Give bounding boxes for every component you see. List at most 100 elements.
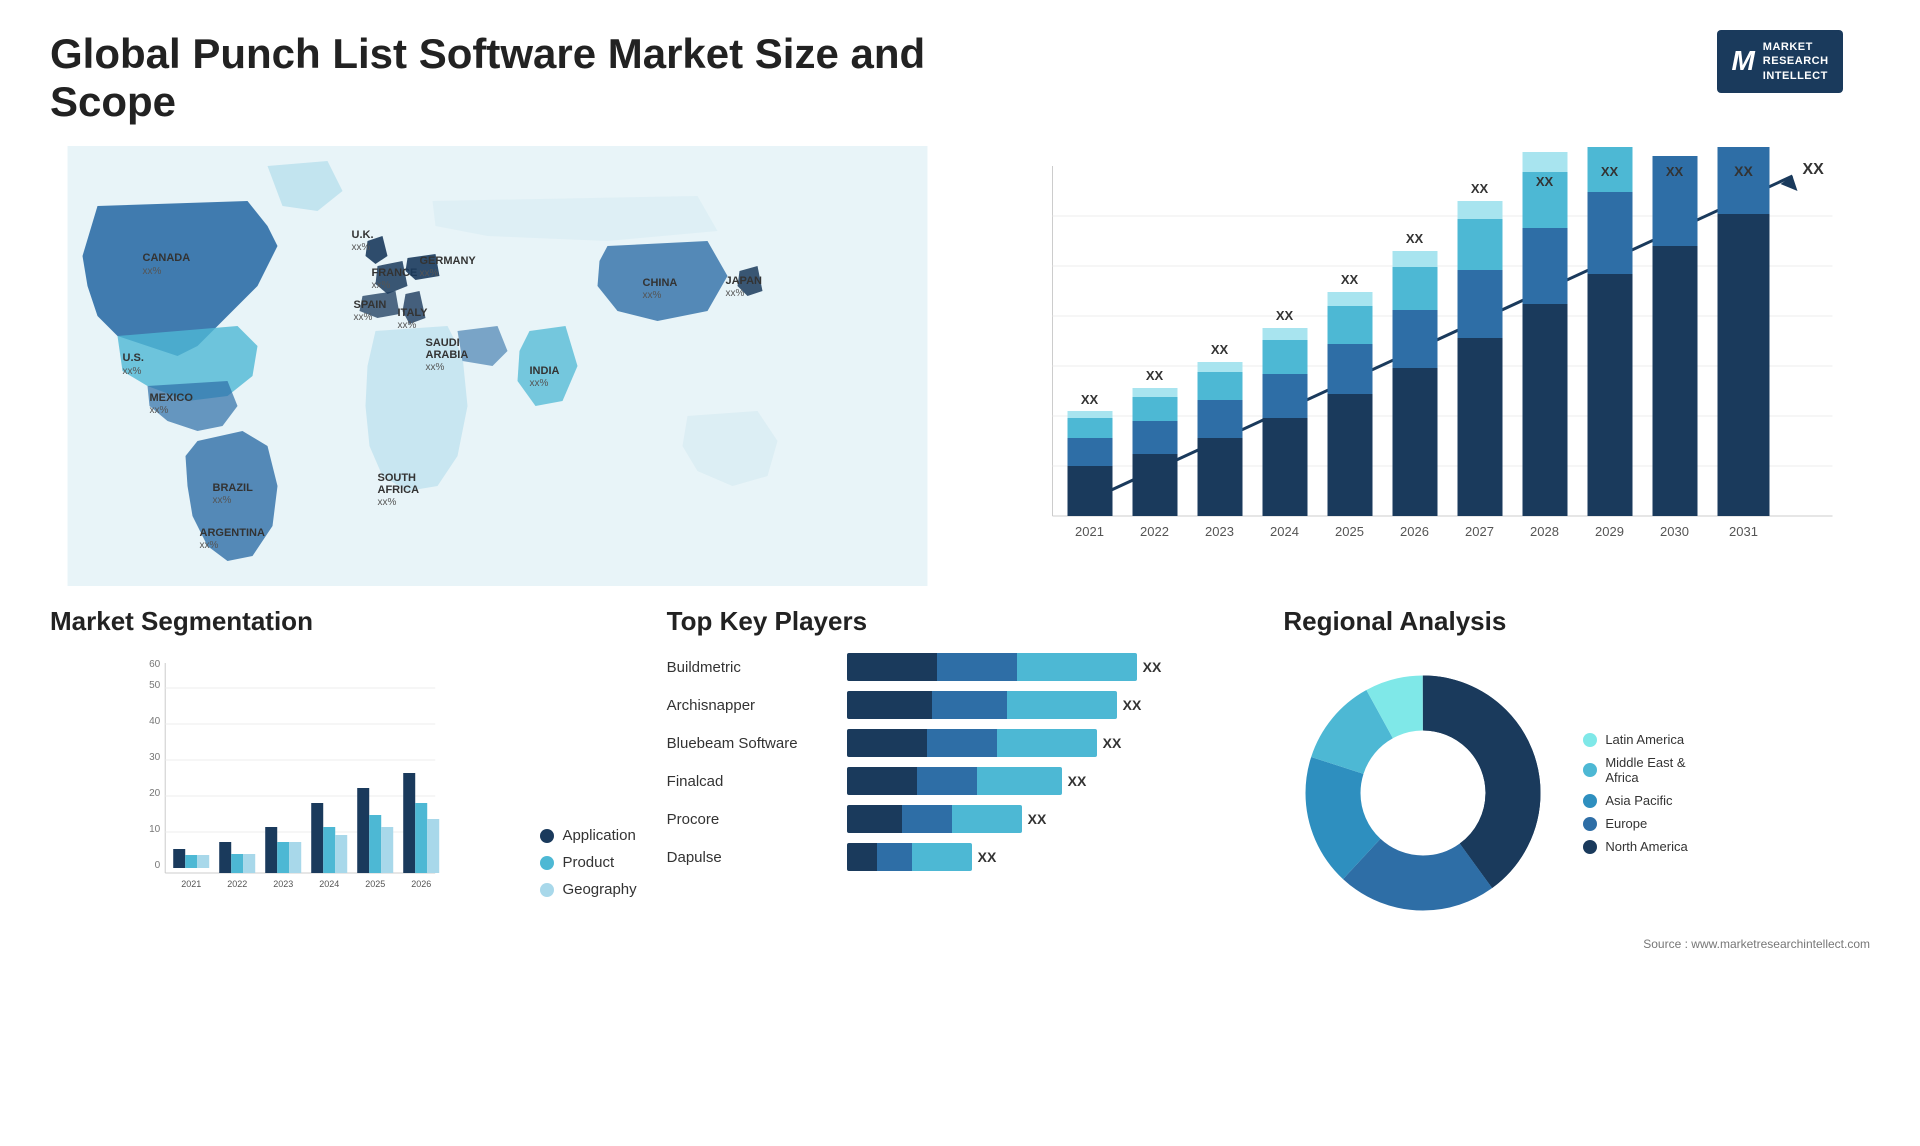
player-row: Buildmetric XX [667, 653, 1254, 681]
bar-2 [847, 729, 1097, 757]
donut-legend: Latin America Middle East &Africa Asia P… [1583, 732, 1687, 854]
player-bar-5: XX [847, 843, 1254, 871]
bottom-grid: Market Segmentation 0 10 20 30 40 50 [50, 606, 1870, 951]
svg-text:2026: 2026 [1400, 524, 1429, 539]
europe-label: Europe [1605, 816, 1647, 831]
geography-label: Geography [562, 881, 636, 898]
germany-label: GERMANY [420, 255, 477, 267]
svg-text:XX: XX [1146, 368, 1164, 383]
bar-3-seg1 [847, 767, 917, 795]
legend-application: Application [540, 827, 636, 844]
india-label: INDIA [530, 365, 560, 377]
north-america-dot [1583, 840, 1597, 854]
logo-text: MARKET RESEARCH INTELLECT [1763, 40, 1829, 83]
asia-pacific-label: Asia Pacific [1605, 793, 1672, 808]
legend-asia-pacific: Asia Pacific [1583, 793, 1687, 808]
svg-text:0: 0 [155, 860, 161, 871]
player-row: Procore XX [667, 805, 1254, 833]
segmentation-section: Market Segmentation 0 10 20 30 40 50 [50, 606, 637, 951]
svg-text:30: 30 [149, 752, 161, 763]
svg-text:60: 60 [149, 659, 161, 670]
legend-north-america: North America [1583, 839, 1687, 854]
latin-america-dot [1583, 733, 1597, 747]
japan-pct: xx% [726, 288, 745, 299]
svg-text:40: 40 [149, 716, 161, 727]
canada-label: CANADA [143, 252, 191, 264]
saudi-label2: ARABIA [426, 349, 469, 361]
regional-section: Regional Analysis [1283, 606, 1870, 951]
svg-text:2023: 2023 [273, 879, 293, 889]
svg-text:2025: 2025 [1335, 524, 1364, 539]
svg-text:XX: XX [1341, 272, 1359, 287]
svg-text:2021: 2021 [181, 879, 201, 889]
svg-text:XX: XX [1601, 164, 1619, 179]
saudi-label: SAUDI [426, 337, 460, 349]
south-africa-label2: AFRICA [378, 484, 420, 496]
uk-pct: xx% [352, 242, 371, 253]
bar-1 [847, 691, 1117, 719]
segmentation-container: 0 10 20 30 40 50 60 [50, 653, 637, 918]
svg-text:2023: 2023 [1205, 524, 1234, 539]
bar-3-seg3 [977, 767, 1062, 795]
svg-text:XX: XX [1734, 163, 1753, 179]
bar-1-seg1 [847, 691, 932, 719]
logo: M MARKET RESEARCH INTELLECT [1690, 30, 1870, 93]
latin-america-label: Latin America [1605, 732, 1684, 747]
segmentation-title: Market Segmentation [50, 606, 637, 637]
player-xx-3: XX [1068, 773, 1087, 789]
svg-text:10: 10 [149, 824, 161, 835]
header: Global Punch List Software Market Size a… [50, 30, 1870, 126]
bar-2-seg2 [927, 729, 997, 757]
geography-dot [540, 883, 554, 897]
bar-4-seg1 [847, 805, 902, 833]
svg-text:50: 50 [149, 680, 161, 691]
north-america-label: North America [1605, 839, 1687, 854]
player-bar-0: XX [847, 653, 1254, 681]
product-dot [540, 856, 554, 870]
players-chart: Buildmetric XX Archisnapper [667, 653, 1254, 871]
svg-text:2024: 2024 [319, 879, 339, 889]
donut-chart [1283, 653, 1563, 933]
legend-geography: Geography [540, 881, 636, 898]
growth-chart: XX XX 2021 XX 2022 [995, 146, 1870, 586]
player-bar-3: XX [847, 767, 1254, 795]
bar-chart-section: XX XX 2021 XX 2022 [975, 146, 1870, 586]
seg-chart-svg: 0 10 20 30 40 50 60 [50, 653, 520, 913]
player-name-0: Buildmetric [667, 659, 837, 676]
south-africa-pct: xx% [378, 497, 397, 508]
bar-0 [847, 653, 1137, 681]
map-section: CANADA xx% U.S. xx% MEXICO xx% BRAZIL xx… [50, 146, 945, 586]
application-dot [540, 829, 554, 843]
bar-5-seg3 [912, 843, 972, 871]
svg-text:XX: XX [1471, 181, 1489, 196]
bar-3-seg2 [917, 767, 977, 795]
svg-text:2022: 2022 [1140, 524, 1169, 539]
svg-text:2022: 2022 [227, 879, 247, 889]
svg-text:20: 20 [149, 788, 161, 799]
player-bar-2: XX [847, 729, 1254, 757]
middle-east-dot [1583, 763, 1597, 777]
bar-0-seg2 [937, 653, 1017, 681]
player-row: Finalcad XX [667, 767, 1254, 795]
bar-5-seg1 [847, 843, 877, 871]
svg-text:2030: 2030 [1660, 524, 1689, 539]
spain-label: SPAIN [354, 299, 387, 311]
player-name-3: Finalcad [667, 773, 837, 790]
legend-latin-america: Latin America [1583, 732, 1687, 747]
japan-label: JAPAN [726, 275, 763, 287]
us-label: U.S. [123, 352, 144, 364]
svg-text:XX: XX [1406, 231, 1424, 246]
bar-4 [847, 805, 1022, 833]
svg-text:XX: XX [1276, 308, 1294, 323]
bar-0-seg3 [1017, 653, 1137, 681]
regional-title: Regional Analysis [1283, 606, 1870, 637]
bar-1-seg3 [1007, 691, 1117, 719]
player-name-1: Archisnapper [667, 697, 837, 714]
player-row: Bluebeam Software XX [667, 729, 1254, 757]
player-xx-0: XX [1143, 659, 1162, 675]
india-pct: xx% [530, 378, 549, 389]
svg-text:XX: XX [1536, 174, 1554, 189]
france-pct: xx% [372, 280, 391, 291]
world-map: CANADA xx% U.S. xx% MEXICO xx% BRAZIL xx… [50, 146, 945, 586]
source-text: Source : www.marketresearchintellect.com [1283, 937, 1870, 951]
